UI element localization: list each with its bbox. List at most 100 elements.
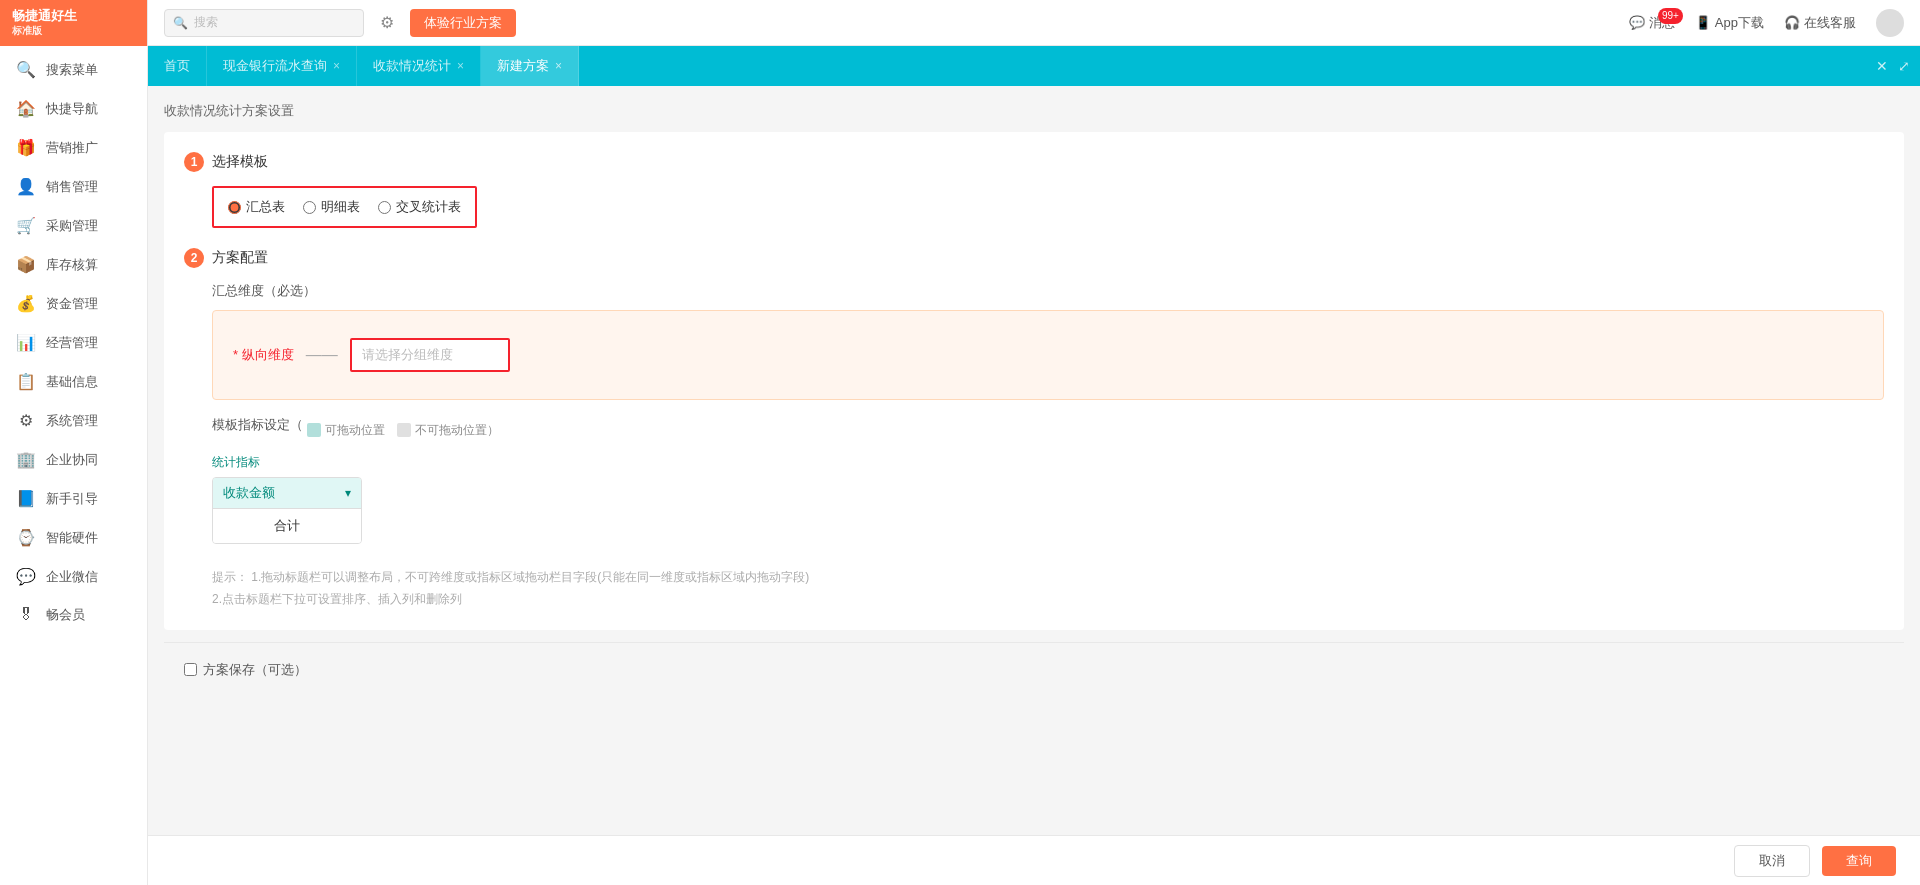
sidebar-nav: 🔍 搜索菜单 🏠 快捷导航 🎁营销推广👤销售管理 🛒 采购管理 📦库存核算💰资金管理📊经营管理…	[0, 46, 147, 885]
section1-num: 1	[184, 152, 204, 172]
radio-cross-label: 交叉统计表	[396, 198, 461, 216]
sidebar-item-search-menu[interactable]: 🔍 搜索菜单	[0, 50, 147, 89]
save-plan-label: 方案保存（可选）	[203, 661, 307, 679]
quick-nav-label: 快捷导航	[46, 100, 98, 118]
section2-header: 2 方案配置	[184, 248, 1884, 268]
sidebar-item-member[interactable]: 🎖畅会员	[0, 596, 147, 634]
guide-icon: 📘	[16, 489, 36, 508]
notification-btn[interactable]: 💬 消息 99+	[1629, 14, 1675, 32]
metrics-row-total: 合计	[213, 509, 361, 543]
basic-info-label: 基础信息	[46, 373, 98, 391]
metrics-table: 收款金额 ▾ 合计	[212, 477, 362, 544]
system-icon: ⚙	[16, 411, 36, 430]
sidebar-item-purchase[interactable]: 🛒 采购管理	[0, 206, 147, 245]
sidebar-item-enterprise[interactable]: 🏢 企业协同	[0, 440, 147, 479]
enterprise-label: 企业协同	[46, 451, 98, 469]
close-all-icon[interactable]: ✕	[1876, 58, 1888, 74]
inventory-label: 库存核算	[46, 256, 98, 274]
radio-summary[interactable]: 汇总表	[228, 198, 285, 216]
settings-icon[interactable]: ⚙	[380, 13, 394, 32]
search-menu-label: 搜索菜单	[46, 61, 98, 79]
metrics-label: 模板指标设定（	[212, 416, 303, 434]
tabbar: 首页 现金银行流水查询 × 收款情况统计 × 新建方案 × ✕ ⤢	[148, 46, 1920, 86]
sidebar-item-system[interactable]: ⚙ 系统管理	[0, 401, 147, 440]
sidebar-logo: 畅捷通好生 标准版	[0, 0, 147, 46]
quick-nav-icon: 🏠	[16, 99, 36, 118]
dimension-area: * 纵向维度 —— 请选择分组维度	[212, 310, 1884, 400]
sidebar-item-guide[interactable]: 📘新手引导	[0, 479, 147, 518]
smart-hw-icon: ⌚	[16, 528, 36, 547]
search-menu-icon: 🔍	[16, 60, 36, 79]
radio-detail-input[interactable]	[303, 201, 316, 214]
download-icon: 📱	[1695, 15, 1711, 30]
avatar[interactable]	[1876, 9, 1904, 37]
save-plan-input[interactable]	[184, 663, 197, 676]
nodrag-legend-dot	[397, 423, 411, 437]
notification-badge: 99+	[1658, 8, 1683, 24]
tab-bank-flow-close[interactable]: ×	[333, 59, 340, 73]
radio-cross-input[interactable]	[378, 201, 391, 214]
topbar: 🔍 搜索 ⚙ 体验行业方案 💬 消息 99+ 📱 App下载 🎧 在线客服	[148, 0, 1920, 46]
dimension-selector[interactable]: 请选择分组维度	[350, 338, 510, 372]
sales-icon: 👤	[16, 177, 36, 196]
topbar-right: 💬 消息 99+ 📱 App下载 🎧 在线客服	[1629, 9, 1904, 37]
wechat-icon: 💬	[16, 567, 36, 586]
logo-sub: 标准版	[12, 24, 77, 38]
app-download-btn[interactable]: 📱 App下载	[1695, 14, 1764, 32]
cancel-button[interactable]: 取消	[1734, 845, 1810, 877]
sidebar-item-operations[interactable]: 📊经营管理	[0, 323, 147, 362]
radio-cross[interactable]: 交叉统计表	[378, 198, 461, 216]
sidebar-item-quick-nav[interactable]: 🏠 快捷导航	[0, 89, 147, 128]
section2-num: 2	[184, 248, 204, 268]
arrow-icon: ——	[306, 346, 338, 364]
logo-text: 畅捷通好生	[12, 8, 77, 24]
industry-btn[interactable]: 体验行业方案	[410, 9, 516, 37]
sidebar-item-sales[interactable]: 👤销售管理	[0, 167, 147, 206]
purchase-label: 采购管理	[46, 217, 98, 235]
sidebar: 畅捷通好生 标准版 🔍 搜索菜单 🏠 快捷导航 🎁营销推广👤销售管理 🛒 采购管理 📦库存核算…	[0, 0, 148, 885]
action-bar: 取消 查询	[148, 835, 1920, 885]
wechat-label: 企业微信	[46, 568, 98, 586]
radio-summary-input[interactable]	[228, 201, 241, 214]
sidebar-item-smart-hw[interactable]: ⌚ 智能硬件	[0, 518, 147, 557]
tab-new-plan-close[interactable]: ×	[555, 59, 562, 73]
metrics-header-inner: 收款金额 ▾	[223, 484, 351, 502]
dimension-placeholder: 请选择分组维度	[362, 346, 453, 364]
basic-info-icon: 📋	[16, 372, 36, 391]
sidebar-item-inventory[interactable]: 📦库存核算	[0, 245, 147, 284]
sidebar-item-marketing[interactable]: 🎁营销推广	[0, 128, 147, 167]
radio-summary-label: 汇总表	[246, 198, 285, 216]
enterprise-icon: 🏢	[16, 450, 36, 469]
tab-new-plan[interactable]: 新建方案 ×	[481, 46, 579, 86]
marketing-icon: 🎁	[16, 138, 36, 157]
search-placeholder: 搜索	[194, 14, 218, 31]
save-plan-checkbox[interactable]: 方案保存（可选）	[184, 661, 307, 679]
draggable-legend-dot	[307, 423, 321, 437]
tab-payment-stats-close[interactable]: ×	[457, 59, 464, 73]
system-label: 系统管理	[46, 412, 98, 430]
sidebar-item-wechat[interactable]: 💬 企业微信	[0, 557, 147, 596]
search-box[interactable]: 🔍 搜索	[164, 9, 364, 37]
member-label: 畅会员	[46, 606, 85, 624]
tab-home-label: 首页	[164, 57, 190, 75]
tab-payment-stats[interactable]: 收款情况统计 ×	[357, 46, 481, 86]
tab-bank-flow[interactable]: 现金银行流水查询 ×	[207, 46, 357, 86]
vertical-dim-label: * 纵向维度	[233, 346, 294, 364]
support-btn[interactable]: 🎧 在线客服	[1784, 14, 1856, 32]
sidebar-item-finance[interactable]: 💰资金管理	[0, 284, 147, 323]
content-area: 收款情况统计方案设置 1 选择模板 汇总表 明细表	[148, 86, 1920, 835]
finance-label: 资金管理	[46, 295, 98, 313]
main-card: 1 选择模板 汇总表 明细表	[164, 132, 1904, 630]
purchase-icon: 🛒	[16, 216, 36, 235]
section2-title: 方案配置	[212, 249, 268, 267]
sidebar-item-basic-info[interactable]: 📋 基础信息	[0, 362, 147, 401]
smart-hw-label: 智能硬件	[46, 529, 98, 547]
tab-home[interactable]: 首页	[148, 46, 207, 86]
maximize-icon[interactable]: ⤢	[1898, 58, 1910, 74]
tip-2: 2.点击标题栏下拉可设置排序、插入列和删除列	[212, 589, 1884, 611]
radio-group: 汇总表 明细表 交叉统计表	[228, 198, 461, 216]
radio-detail-label: 明细表	[321, 198, 360, 216]
chevron-down-icon[interactable]: ▾	[345, 486, 351, 500]
radio-detail[interactable]: 明细表	[303, 198, 360, 216]
query-button[interactable]: 查询	[1822, 846, 1896, 876]
